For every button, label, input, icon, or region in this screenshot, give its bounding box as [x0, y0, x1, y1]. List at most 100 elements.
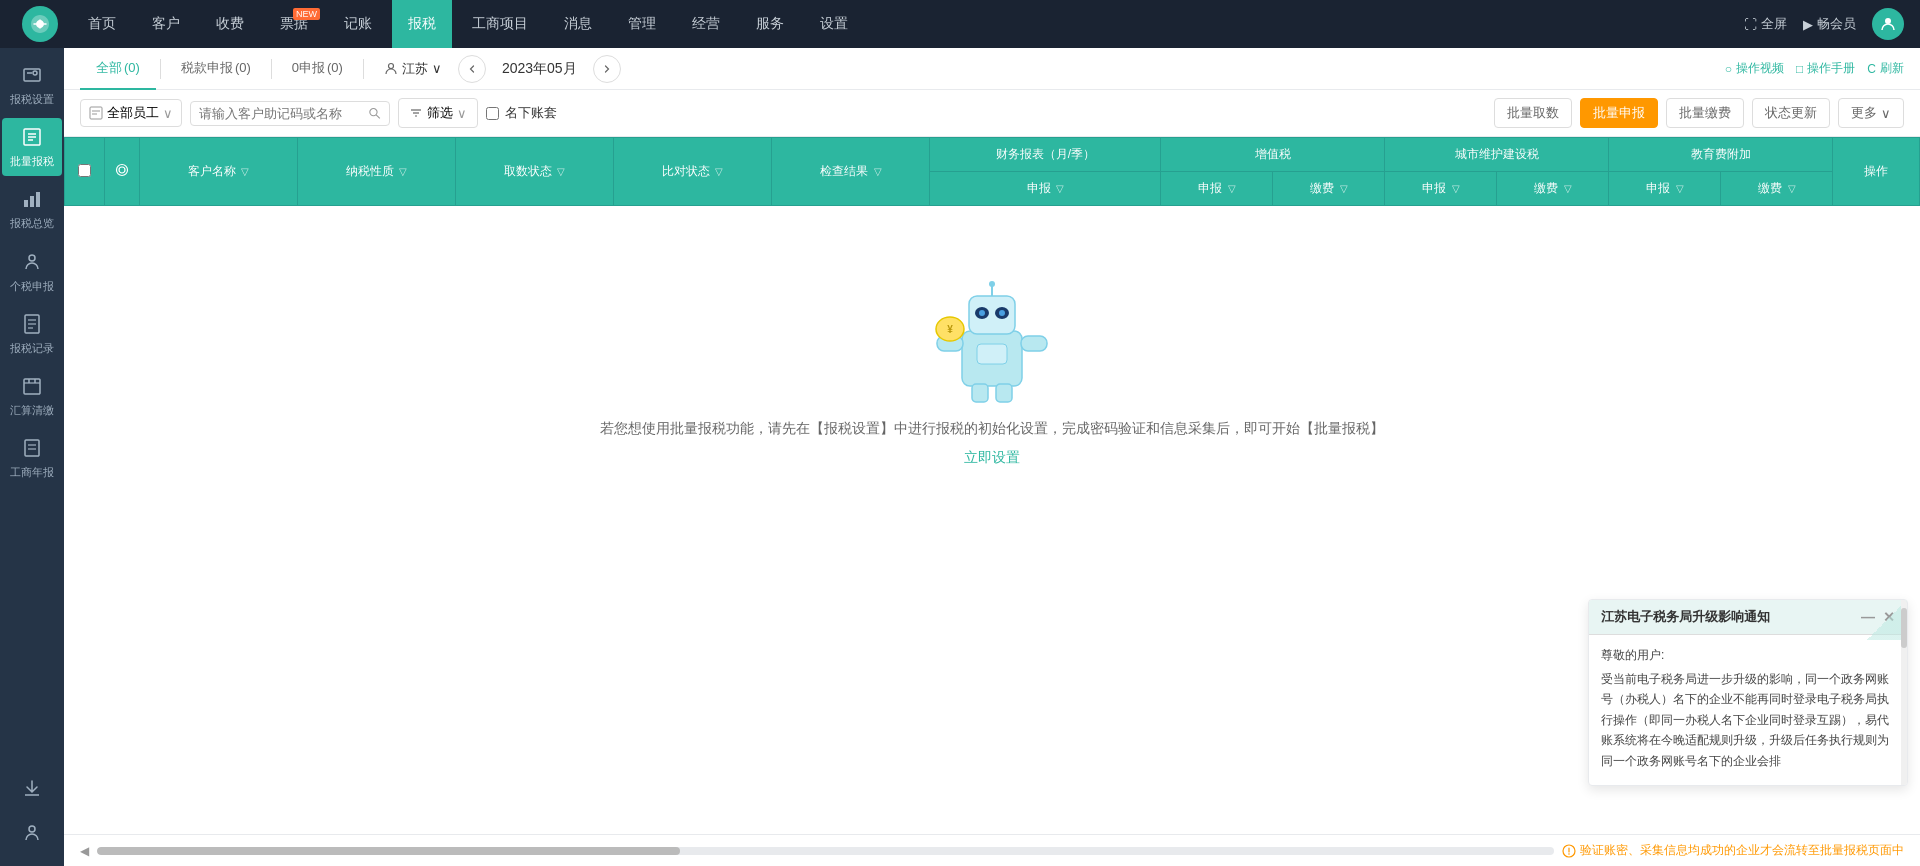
manual-icon: □ [1796, 62, 1803, 76]
nav-service[interactable]: 服务 [740, 0, 800, 48]
nav-operation[interactable]: 经营 [676, 0, 736, 48]
select-all-checkbox[interactable] [78, 164, 91, 177]
svg-rect-48 [977, 344, 1007, 364]
svg-point-24 [29, 826, 35, 832]
empty-message: 若您想使用批量报税功能，请先在【报税设置】中进行报税的初始化设置，完成密码验证和… [600, 416, 1384, 441]
sidebar-item-annual-settlement[interactable]: 汇算清缴 [2, 367, 62, 425]
new-badge: NEW [293, 8, 320, 20]
operation-video-button[interactable]: ○ 操作视频 [1725, 60, 1784, 77]
account-checkbox-label[interactable]: 名下账套 [486, 104, 557, 122]
sort-icon-fin-declare[interactable]: ▽ [1056, 183, 1064, 194]
sidebar-bottom [14, 770, 50, 866]
search-input[interactable] [199, 106, 364, 121]
sort-icon-edu-pay[interactable]: ▽ [1788, 183, 1796, 194]
tax-overview-icon [21, 188, 43, 213]
download-button[interactable] [14, 770, 50, 806]
empty-state: ¥ 若您想使用批量报税功能，请先在【报税设置】中进行报税的初始化设置，完成密码验… [65, 206, 1920, 527]
sort-icon-tax-nature[interactable]: ▽ [399, 166, 407, 177]
notification-title: 江苏电子税务局升级影响通知 [1601, 608, 1770, 626]
sidebar-item-tax-records[interactable]: 报税记录 [2, 305, 62, 363]
tax-settings-icon [21, 64, 43, 89]
sort-icon-city-pay[interactable]: ▽ [1564, 183, 1572, 194]
batch-fetch-button[interactable]: 批量取数 [1494, 98, 1572, 128]
th-settings[interactable] [105, 138, 140, 206]
tab-zero-declaration[interactable]: 0申报 (0) [276, 48, 359, 90]
sort-icon-city-declare[interactable]: ▽ [1452, 183, 1460, 194]
nav-fee[interactable]: 收费 [200, 0, 260, 48]
svg-rect-9 [30, 196, 34, 207]
user-avatar[interactable] [1872, 8, 1904, 40]
nav-client[interactable]: 客户 [136, 0, 196, 48]
refresh-icon: C [1867, 62, 1876, 76]
svg-point-29 [370, 108, 377, 115]
th-city-declare: 申报 ▽ [1385, 172, 1497, 206]
th-check-result: 检查结果 ▽ [772, 138, 930, 206]
tax-records-icon [21, 313, 43, 338]
sidebar-item-batch-tax[interactable]: 批量报税 [2, 118, 62, 176]
horizontal-scrollbar[interactable] [97, 847, 1554, 855]
app-logo[interactable] [16, 0, 64, 48]
th-checkbox[interactable] [65, 138, 105, 206]
user-profile-button[interactable] [14, 814, 50, 850]
th-financial-declare: 申报 ▽ [930, 172, 1161, 206]
th-vat: 增值税 [1161, 138, 1385, 172]
next-month-button[interactable] [593, 55, 621, 83]
employee-select[interactable]: 全部员工 ∨ [80, 99, 182, 127]
video-icon: ○ [1725, 62, 1732, 76]
sidebar-item-tax-overview[interactable]: 报税总览 [2, 180, 62, 238]
sidebar-item-tax-settings[interactable]: 报税设置 [2, 56, 62, 114]
svg-rect-46 [972, 384, 988, 402]
robot-illustration: ¥ [927, 266, 1057, 416]
nav-manage[interactable]: 管理 [612, 0, 672, 48]
operation-manual-button[interactable]: □ 操作手册 [1796, 60, 1855, 77]
nav-bookkeeping[interactable]: 记账 [328, 0, 388, 48]
refresh-button[interactable]: C 刷新 [1867, 60, 1904, 77]
tab-divider-3 [363, 59, 364, 79]
sidebar-label-batch-tax: 批量报税 [10, 155, 54, 168]
setup-link[interactable]: 立即设置 [964, 449, 1020, 467]
sort-icon-compare-status[interactable]: ▽ [715, 166, 723, 177]
sort-icon-edu-declare[interactable]: ▽ [1676, 183, 1684, 194]
sort-icon-check-result[interactable]: ▽ [874, 166, 882, 177]
sidebar-item-personal-tax[interactable]: 个税申报 [2, 243, 62, 301]
tab-tax-declaration[interactable]: 税款申报 (0) [165, 48, 267, 90]
status-update-button[interactable]: 状态更新 [1752, 98, 1830, 128]
filter-icon [409, 106, 423, 120]
th-operations: 操作 [1833, 138, 1920, 206]
nav-home[interactable]: 首页 [72, 0, 132, 48]
sidebar-item-annual-report[interactable]: 工商年报 [2, 429, 62, 487]
filter-button[interactable]: 筛选 ∨ [398, 98, 478, 128]
th-fetch-status: 取数状态 ▽ [456, 138, 614, 206]
more-button[interactable]: 更多 ∨ [1838, 98, 1904, 128]
nav-business[interactable]: 工商项目 [456, 0, 544, 48]
account-checkbox[interactable] [486, 107, 499, 120]
nav-settings[interactable]: 设置 [804, 0, 864, 48]
notification-body-text: 受当前电子税务局进一步升级的影响，同一个政务网账号（办税人）名下的企业不能再同时… [1601, 669, 1895, 771]
month-display: 2023年05月 [486, 60, 593, 78]
batch-declare-button[interactable]: 批量申报 [1580, 98, 1658, 128]
svg-rect-20 [25, 440, 39, 456]
batch-pay-button[interactable]: 批量缴费 [1666, 98, 1744, 128]
nav-tax[interactable]: 报税 [392, 0, 452, 48]
sidebar-label-tax-records: 报税记录 [10, 342, 54, 355]
svg-point-43 [989, 281, 995, 287]
svg-rect-10 [36, 192, 40, 207]
annual-report-icon [21, 437, 43, 462]
svg-line-30 [376, 115, 380, 119]
sort-icon-fetch-status[interactable]: ▽ [557, 166, 565, 177]
tab-bar-right: ○ 操作视频 □ 操作手册 C 刷新 [1725, 60, 1904, 77]
svg-point-40 [979, 310, 985, 316]
fullscreen-button[interactable]: ⛶ 全屏 [1744, 15, 1787, 33]
tab-all[interactable]: 全部 (0) [80, 48, 156, 90]
notification-scrollbar[interactable] [1901, 600, 1907, 785]
prev-month-button[interactable] [458, 55, 486, 83]
sort-icon-client[interactable]: ▽ [241, 166, 249, 177]
sort-icon-vat-pay[interactable]: ▽ [1340, 183, 1348, 194]
nav-message[interactable]: 消息 [548, 0, 608, 48]
region-selector[interactable]: 江苏 ∨ [368, 60, 458, 78]
warning-icon [1562, 844, 1576, 858]
vip-button[interactable]: ▶ 畅会员 [1803, 15, 1856, 33]
nav-invoice[interactable]: 票据 NEW [264, 0, 324, 48]
sort-icon-vat-declare[interactable]: ▽ [1228, 183, 1236, 194]
nav-right: ⛶ 全屏 ▶ 畅会员 [1744, 8, 1904, 40]
